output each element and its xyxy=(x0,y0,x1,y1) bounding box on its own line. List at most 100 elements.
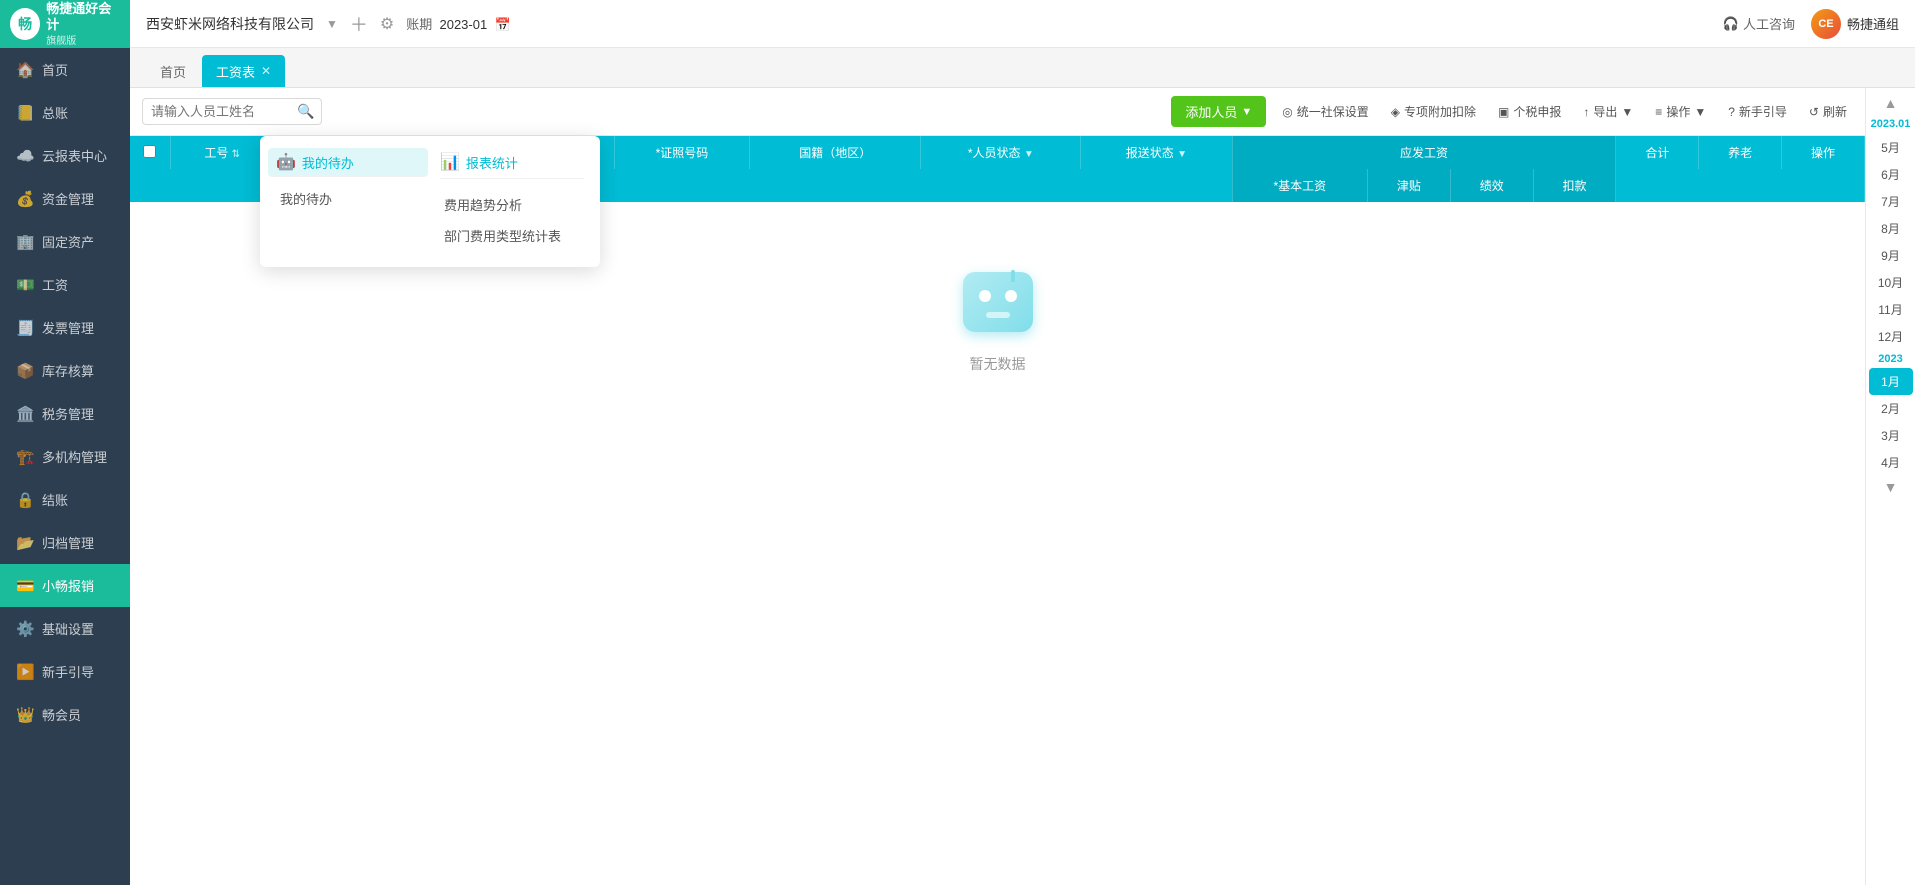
status-filter-icon[interactable]: ▼ xyxy=(1024,149,1034,160)
month-item-8月[interactable]: 8月 xyxy=(1869,215,1913,242)
month-nav-up[interactable]: ▲ xyxy=(1876,92,1906,114)
topbar-calendar-icon[interactable]: 📅 xyxy=(494,17,510,32)
sidebar-label-fund: 资金管理 xyxy=(42,189,94,208)
sidebar-icon-fund: 💰 xyxy=(16,190,34,208)
sidebar-logo: 畅 畅捷通好会计 旗舰版 xyxy=(0,0,130,48)
sidebar-item-xiaochang[interactable]: 💳小畅报销 xyxy=(0,564,130,607)
refresh-button[interactable]: ↺ 刷新 xyxy=(1803,99,1853,124)
sidebar-item-fixed-asset[interactable]: 🏢固定资产 xyxy=(0,220,130,263)
month-item-5月[interactable]: 5月 xyxy=(1869,134,1913,161)
topbar-user-button[interactable]: CE 畅捷通组 xyxy=(1811,9,1899,39)
sidebar-icon-basic-settings: ⚙️ xyxy=(16,620,34,638)
export-button[interactable]: ↑ 导出 ▼ xyxy=(1577,99,1639,124)
month-item-9月[interactable]: 9月 xyxy=(1869,242,1913,269)
sidebar-item-invoice[interactable]: 🧾发票管理 xyxy=(0,306,130,349)
sidebar-item-new-guide[interactable]: ▶️新手引导 xyxy=(0,650,130,693)
th-spacer2 xyxy=(1616,169,1865,202)
emp-id-sort-icon[interactable]: ⇅ xyxy=(232,149,240,160)
sidebar-icon-ledger: 📒 xyxy=(16,104,34,122)
tab-home[interactable]: 首页 xyxy=(146,55,200,87)
toolbar: 🔍 添加人员 ▼ ◎ 统一社保设置 ◈ 专项附加扣除 xyxy=(130,88,1865,136)
topbar-add-button[interactable]: ＋ xyxy=(350,11,368,37)
sidebar-item-archive[interactable]: 📂归档管理 xyxy=(0,521,130,564)
sidebar-label-member: 畅会员 xyxy=(42,705,81,724)
month-item-2023-4月[interactable]: 4月 xyxy=(1869,449,1913,476)
dropdown-item-dept-expense[interactable]: 部门费用类型统计表 xyxy=(440,220,584,251)
sidebar-icon-cloud-report: ☁️ xyxy=(16,147,34,165)
sidebar-item-home[interactable]: 🏠首页 xyxy=(0,48,130,91)
sidebar-item-multi-org[interactable]: 🏗️ 多机构管理 xyxy=(0,435,130,478)
report-status-filter-icon[interactable]: ▼ xyxy=(1177,149,1187,160)
tab-salary-table[interactable]: 工资表✕ xyxy=(202,55,285,87)
sidebar-label-xiaochang: 小畅报销 xyxy=(42,576,94,595)
month-item-10月[interactable]: 10月 xyxy=(1869,269,1913,296)
dropdown-col-report-header[interactable]: 📊 报表统计 xyxy=(440,152,584,179)
sidebar-item-basic-settings[interactable]: ⚙️基础设置 xyxy=(0,607,130,650)
topbar-settings-icon[interactable]: ⚙ xyxy=(380,14,394,34)
month-panel-header: 2023.01 xyxy=(1869,114,1913,134)
operations-icon: ≡ xyxy=(1655,105,1662,119)
month-item-2023-1月[interactable]: 1月 xyxy=(1869,368,1913,395)
th-deduct: 扣款 xyxy=(1533,169,1616,202)
dropdown-item-expense-trend[interactable]: 费用趋势分析 xyxy=(440,189,584,220)
dropdown-item-my-todo[interactable]: 我的待办 xyxy=(276,183,420,214)
robot-antenna xyxy=(1011,270,1015,282)
social-insurance-icon: ◎ xyxy=(1282,105,1292,119)
sidebar-item-salary[interactable]: 💵工资 xyxy=(0,263,130,306)
sidebar-label-inventory: 库存核算 xyxy=(42,361,94,380)
logo-text: 畅捷通好会计 xyxy=(46,1,120,32)
sidebar-label-multi-org: 多机构管理 xyxy=(42,447,107,466)
new-guide-icon: ? xyxy=(1728,105,1735,119)
sidebar-label-invoice: 发票管理 xyxy=(42,318,94,337)
search-box: 🔍 xyxy=(142,98,322,125)
month-item-12月[interactable]: 12月 xyxy=(1869,323,1913,350)
month-item-7月[interactable]: 7月 xyxy=(1869,188,1913,215)
sidebar-icon-multi-org: 🏗️ xyxy=(16,448,34,466)
year-label-2023: 2023 xyxy=(1876,350,1904,368)
month-nav-down[interactable]: ▼ xyxy=(1876,476,1906,498)
new-guide-button[interactable]: ? 新手引导 xyxy=(1722,99,1793,124)
sidebar: 畅 畅捷通好会计 旗舰版 🏠首页📒总账 ☁️ 云报表中心 💰 资金管理 🏢固定资产💵工资🧾… xyxy=(0,0,130,885)
search-input[interactable] xyxy=(151,104,291,119)
sidebar-item-member[interactable]: 👑畅会员 xyxy=(0,693,130,736)
th-performance: 绩效 xyxy=(1450,169,1533,202)
sidebar-item-inventory[interactable]: 📦 库存核算 xyxy=(0,349,130,392)
sidebar-icon-inventory: 📦 xyxy=(16,362,34,380)
export-arrow: ▼ xyxy=(1621,105,1633,119)
sidebar-item-tax[interactable]: 🏛️税务管理 xyxy=(0,392,130,435)
add-person-arrow: ▼ xyxy=(1241,106,1252,118)
robot-mouth xyxy=(986,312,1010,318)
th-report-status: 报送状态 ▼ xyxy=(1081,136,1232,169)
month-item-2023-2月[interactable]: 2月 xyxy=(1869,395,1913,422)
dropdown-col-todo-header[interactable]: 🤖 我的待办 xyxy=(268,148,428,177)
sidebar-item-cloud-report[interactable]: ☁️ 云报表中心 xyxy=(0,134,130,177)
tax-report-button[interactable]: ▣ 个税申报 xyxy=(1492,99,1567,124)
sidebar-item-close[interactable]: 🔒 结账 xyxy=(0,478,130,521)
sidebar-label-close: 结账 xyxy=(42,490,68,509)
month-panel: ▲ 2023.01 5月6月7月8月9月10月11月12月20231月2月3月4… xyxy=(1865,88,1915,885)
empty-icon xyxy=(948,262,1048,342)
month-item-6月[interactable]: 6月 xyxy=(1869,161,1913,188)
operations-button[interactable]: ≡ 操作 ▼ xyxy=(1649,99,1712,124)
robot-eye-left xyxy=(979,290,991,302)
empty-text: 暂无数据 xyxy=(970,354,1026,374)
month-item-11月[interactable]: 11月 xyxy=(1869,296,1913,323)
company-dropdown-arrow[interactable]: ▼ xyxy=(326,17,338,31)
main-area: 西安虾米网络科技有限公司 ▼ ＋ ⚙ 账期 2023-01 📅 🎧 人工咨询 C… xyxy=(130,0,1915,885)
th-checkbox[interactable] xyxy=(130,136,170,169)
sidebar-item-fund[interactable]: 💰 资金管理 xyxy=(0,177,130,220)
sidebar-item-ledger[interactable]: 📒总账 xyxy=(0,91,130,134)
social-insurance-button[interactable]: ◎ 统一社保设置 xyxy=(1276,99,1375,124)
content-area: 🔍 添加人员 ▼ ◎ 统一社保设置 ◈ 专项附加扣除 xyxy=(130,88,1915,885)
topbar-service-button[interactable]: 🎧 人工咨询 xyxy=(1723,14,1795,33)
sidebar-label-archive: 归档管理 xyxy=(42,533,94,552)
sidebar-label-cloud-report: 云报表中心 xyxy=(42,146,107,165)
tab-close-salary-table[interactable]: ✕ xyxy=(261,64,271,78)
toolbar-right: 添加人员 ▼ ◎ 统一社保设置 ◈ 专项附加扣除 ▣ 个税申报 xyxy=(1171,96,1853,127)
deduction-button[interactable]: ◈ 专项附加扣除 xyxy=(1385,99,1482,124)
sidebar-icon-close: 🔒 xyxy=(16,491,34,509)
add-person-button[interactable]: 添加人员 ▼ xyxy=(1171,96,1266,127)
select-all-checkbox[interactable] xyxy=(143,145,156,158)
month-item-2023-3月[interactable]: 3月 xyxy=(1869,422,1913,449)
sidebar-icon-tax: 🏛️ xyxy=(16,405,34,423)
